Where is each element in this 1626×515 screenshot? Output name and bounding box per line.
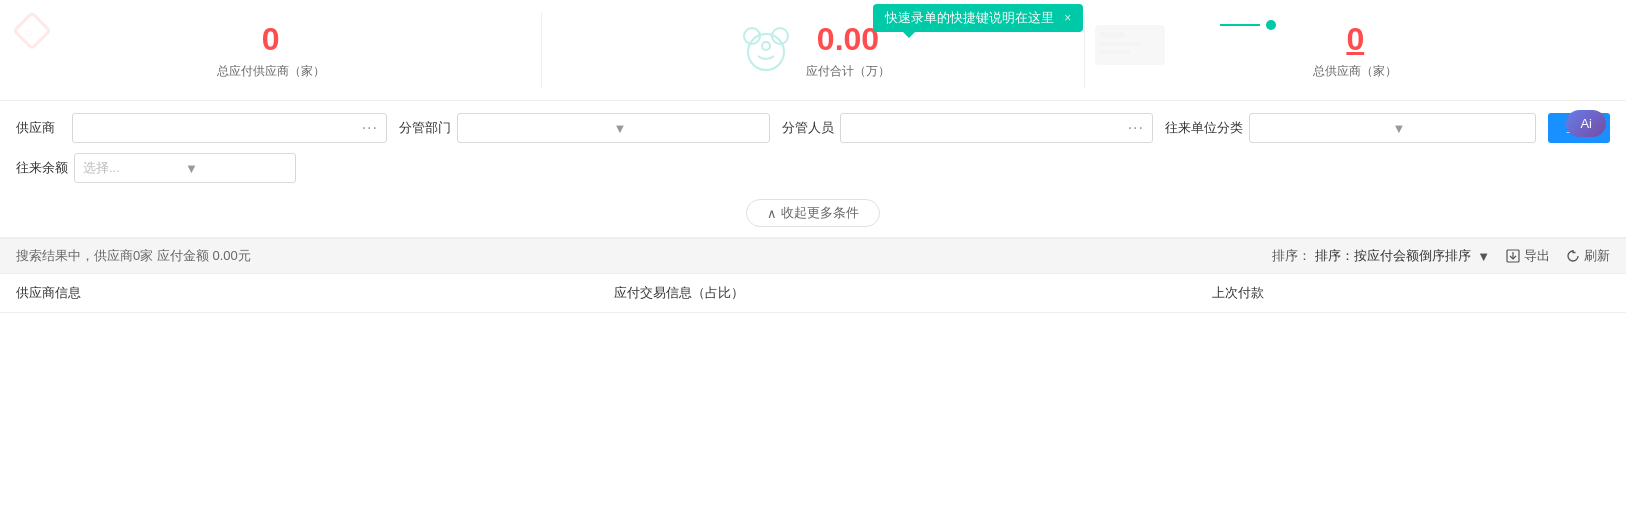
table-col-payable-info: 应付交易信息（占比） [614,284,1212,302]
stats-bar: ◇ 0 总应付供应商（家） 0.00 应付合计（万） 快速录单的快捷键说明在这里… [0,0,1626,101]
total-suppliers-number: 0 [1346,20,1364,58]
ai-button[interactable]: Ai [1566,110,1606,137]
tooltip-text: 快速录单的快捷键说明在这里 [885,9,1054,27]
sort-select[interactable]: 排序： 排序：按应付会额倒序排序 ▼ [1272,247,1490,265]
export-btn[interactable]: 导出 [1506,247,1550,265]
results-bar: 搜索结果中，供应商0家 应付金额 0.00元 排序： 排序：按应付会额倒序排序 … [0,238,1626,274]
svg-rect-9 [1100,50,1130,54]
svg-point-5 [762,42,770,50]
refresh-icon [1566,249,1580,263]
refresh-btn[interactable]: 刷新 [1566,247,1610,265]
filter-supplier: 供应商 ··· [16,113,387,143]
stat-total-suppliers: 0 总供应商（家） [1085,12,1626,87]
balance-select[interactable]: 选择... ▼ [74,153,296,183]
payable-suppliers-label: 总应付供应商（家） [217,63,325,80]
person-input-wrapper[interactable]: ··· [840,113,1153,143]
supplier-card-icon [1095,20,1175,70]
unit-class-chevron: ▼ [1393,121,1528,136]
collapse-bar: ∧ 收起更多条件 [16,193,1610,237]
unit-class-label: 往来单位分类 [1165,119,1243,137]
stat-total-payable-suppliers: ◇ 0 总应付供应商（家） [0,12,542,87]
table-col-supplier-info: 供应商信息 [16,284,614,302]
bear-icon [736,20,796,80]
content-area [0,313,1626,515]
table-header: 供应商信息 应付交易信息（占比） 上次付款 [0,274,1626,313]
sort-label: 排序： [1272,247,1311,265]
svg-rect-8 [1100,42,1140,46]
filter-unit-class: 往来单位分类 ▼ [1165,113,1536,143]
svg-point-2 [748,34,784,70]
unit-class-select[interactable]: ▼ [1249,113,1536,143]
tooltip-close-btn[interactable]: × [1064,11,1071,25]
person-label: 分管人员 [782,119,834,137]
svg-rect-7 [1100,32,1125,38]
supplier-dots[interactable]: ··· [362,119,378,137]
filter-person: 分管人员 ··· [782,113,1153,143]
payable-amount-label: 应付合计（万） [806,63,890,80]
total-suppliers-label: 总供应商（家） [1313,63,1397,80]
results-info: 搜索结果中，供应商0家 应付金额 0.00元 [16,247,251,265]
payable-amount-number: 0.00 [817,20,879,58]
sort-value: 排序：按应付会额倒序排序 [1315,247,1471,265]
department-label: 分管部门 [399,119,451,137]
collapse-label: 收起更多条件 [781,204,859,222]
tooltip-popup: 快速录单的快捷键说明在这里 × [873,4,1083,32]
supplier-label: 供应商 [16,119,66,137]
filter-bar: 供应商 ··· 分管部门 ▼ 分管人员 ··· 往来单位分类 [0,101,1626,238]
filter-balance: 往来余额 选择... ▼ [16,153,296,183]
export-label: 导出 [1524,247,1550,265]
department-select[interactable]: ▼ [457,113,770,143]
svg-text:◇: ◇ [25,27,33,38]
supplier-input[interactable] [81,121,362,136]
refresh-label: 刷新 [1584,247,1610,265]
balance-label: 往来余额 [16,159,68,177]
diamond-icon: ◇ [10,8,60,58]
department-chevron: ▼ [614,121,762,136]
sort-chevron: ▼ [1477,249,1490,264]
person-input[interactable] [849,121,1128,136]
collapse-button[interactable]: ∧ 收起更多条件 [746,199,880,227]
results-actions: 排序： 排序：按应付会额倒序排序 ▼ 导出 刷新 [1272,247,1610,265]
supplier-input-wrapper[interactable]: ··· [72,113,387,143]
balance-placeholder: 选择... [83,159,185,177]
balance-chevron: ▼ [185,161,287,176]
person-dots[interactable]: ··· [1128,119,1144,137]
filter-row-2: 往来余额 选择... ▼ [16,153,1610,183]
export-icon [1506,249,1520,263]
filter-row-1: 供应商 ··· 分管部门 ▼ 分管人员 ··· 往来单位分类 [16,113,1610,143]
payable-suppliers-number: 0 [262,20,280,58]
table-col-last-payment: 上次付款 [1212,284,1611,302]
filter-department: 分管部门 ▼ [399,113,770,143]
collapse-icon: ∧ [767,206,777,221]
